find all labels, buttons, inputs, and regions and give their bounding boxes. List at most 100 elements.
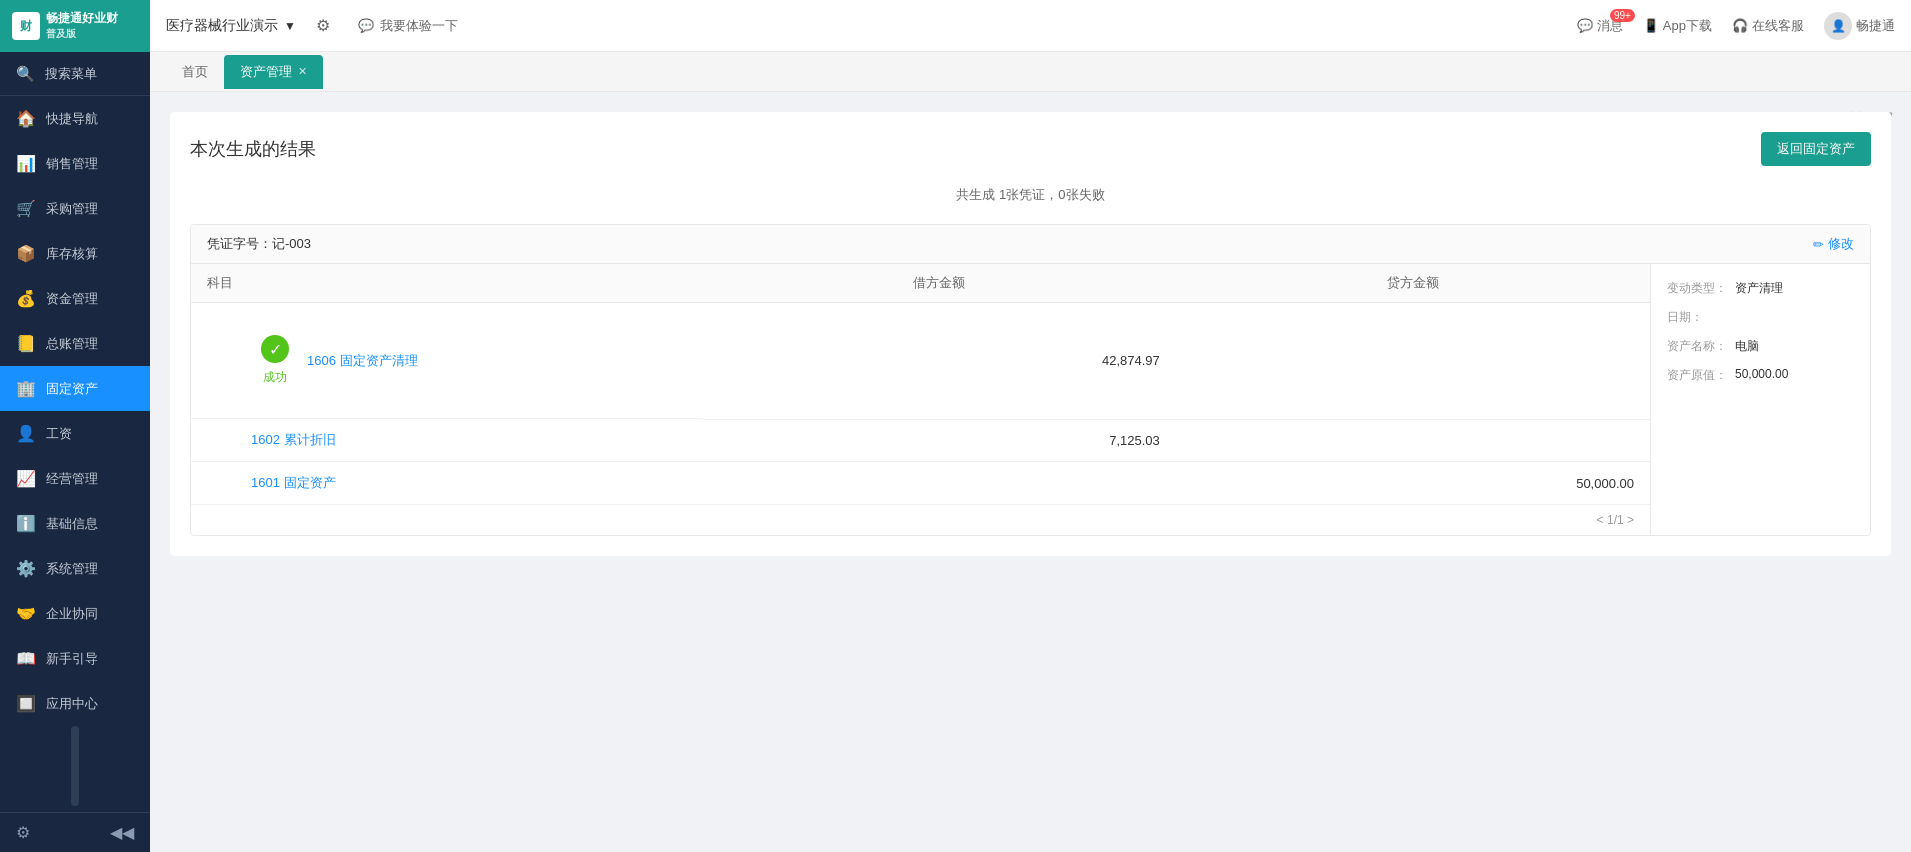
settings-button[interactable]: ⚙ bbox=[308, 11, 338, 41]
sidebar-item-payroll[interactable]: 👤 工资 bbox=[0, 411, 150, 456]
collaboration-icon: 🤝 bbox=[16, 604, 36, 623]
settings-icon[interactable]: ⚙ bbox=[16, 823, 30, 842]
sidebar-item-purchase[interactable]: 🛒 采购管理 bbox=[0, 186, 150, 231]
sidebar-item-inventory-label: 库存核算 bbox=[46, 245, 98, 263]
payroll-icon: 👤 bbox=[16, 424, 36, 443]
sidebar-item-fixed-assets[interactable]: 🏢 固定资产 bbox=[0, 366, 150, 411]
table-row: 1602 累计折旧 7,125.03 bbox=[191, 419, 1650, 462]
credit-cell-1 bbox=[1176, 303, 1650, 420]
sidebar-item-search[interactable]: 🔍 搜索菜单 bbox=[0, 52, 150, 96]
subject-3: 1601 固定资产 bbox=[251, 475, 336, 490]
sidebar-item-collaboration[interactable]: 🤝 企业协同 bbox=[0, 591, 150, 636]
user-name: 畅捷通 bbox=[1856, 17, 1895, 35]
col-debit: 借方金额 bbox=[702, 264, 1176, 303]
asset-name-value: 电脑 bbox=[1735, 338, 1759, 355]
sidebar-item-quick-nav[interactable]: 🏠 快捷导航 bbox=[0, 96, 150, 141]
tab-home[interactable]: 首页 bbox=[166, 55, 224, 89]
sidebar-item-system[interactable]: ⚙️ 系统管理 bbox=[0, 546, 150, 591]
sidebar-item-guide-label: 新手引导 bbox=[46, 650, 98, 668]
app-logo: 财 畅捷通好业财 普及版 bbox=[0, 0, 150, 52]
change-type-row: 变动类型： 资产清理 bbox=[1667, 280, 1854, 297]
sidebar-item-basic-info[interactable]: ℹ️ 基础信息 bbox=[0, 501, 150, 546]
feedback-button[interactable]: 💬 我要体验一下 bbox=[358, 17, 458, 35]
result-card: 本次生成的结果 返回固定资产 共生成 1张凭证，0张失败 凭证字号：记-003 … bbox=[170, 112, 1891, 556]
voucher-section: 凭证字号：记-003 ✏ 修改 科目 借方金额 贷 bbox=[190, 224, 1871, 536]
messages-badge: 99+ bbox=[1610, 9, 1635, 22]
return-button[interactable]: 返回固定资产 bbox=[1761, 132, 1871, 166]
voucher-pagination: < 1/1 > bbox=[191, 505, 1650, 535]
app-center-icon: 🔲 bbox=[16, 694, 36, 713]
date-label: 日期： bbox=[1667, 309, 1727, 326]
avatar: 👤 bbox=[1824, 12, 1852, 40]
logo-icon: 财 bbox=[12, 12, 40, 40]
sidebar-item-ledger[interactable]: 📒 总账管理 bbox=[0, 321, 150, 366]
asset-name-row: 资产名称： 电脑 bbox=[1667, 338, 1854, 355]
collapse-icon[interactable]: ◀◀ bbox=[110, 823, 134, 842]
messages-button[interactable]: 💬 消息 99+ bbox=[1577, 17, 1623, 35]
sidebar: 财 畅捷通好业财 普及版 🔍 搜索菜单 🏠 快捷导航 📊 销售管理 🛒 采购管理… bbox=[0, 0, 150, 852]
success-status: ✓ 成功 bbox=[251, 315, 299, 406]
col-credit: 贷方金额 bbox=[1176, 264, 1650, 303]
voucher-table: 科目 借方金额 贷方金额 ✓ 成 bbox=[191, 264, 1650, 505]
topbar-right: 💬 消息 99+ 📱 App下载 🎧 在线客服 👤 畅捷通 bbox=[1577, 12, 1895, 40]
table-row: 1601 固定资产 50,000.00 bbox=[191, 462, 1650, 505]
customer-service-button[interactable]: 🎧 在线客服 bbox=[1732, 17, 1804, 35]
subject-1: 1606 固定资产清理 bbox=[307, 352, 418, 370]
home-icon: 🏠 bbox=[16, 109, 36, 128]
customer-service-label: 在线客服 bbox=[1752, 17, 1804, 35]
sales-icon: 📊 bbox=[16, 154, 36, 173]
subject-2: 1602 累计折旧 bbox=[251, 432, 336, 447]
success-icon: ✓ bbox=[261, 335, 289, 363]
change-type-value: 资产清理 bbox=[1735, 280, 1783, 297]
sidebar-item-sales-label: 销售管理 bbox=[46, 155, 98, 173]
page-info: 1/1 bbox=[1607, 513, 1627, 527]
tab-asset-management-label: 资产管理 bbox=[240, 63, 292, 81]
result-header: 本次生成的结果 返回固定资产 bbox=[190, 132, 1871, 166]
sidebar-item-fixed-assets-label: 固定资产 bbox=[46, 380, 98, 398]
prev-page-btn[interactable]: < bbox=[1597, 513, 1604, 527]
topbar: 医疗器械行业演示 ▼ ⚙ 💬 我要体验一下 💬 消息 99+ 📱 App下载 🎧… bbox=[150, 0, 1911, 52]
logo-sub: 普及版 bbox=[46, 27, 118, 41]
change-type-label: 变动类型： bbox=[1667, 280, 1727, 297]
sidebar-item-management[interactable]: 📈 经营管理 bbox=[0, 456, 150, 501]
credit-cell-2 bbox=[1176, 419, 1650, 462]
sidebar-item-inventory[interactable]: 📦 库存核算 bbox=[0, 231, 150, 276]
tab-close-icon[interactable]: ✕ bbox=[298, 65, 307, 78]
table-row: ✓ 成功 1606 固定资产清理 42,874.97 bbox=[191, 303, 1650, 420]
download-icon: 📱 bbox=[1643, 18, 1659, 33]
sidebar-item-guide[interactable]: 📖 新手引导 bbox=[0, 636, 150, 681]
sidebar-item-collaboration-label: 企业协同 bbox=[46, 605, 98, 623]
sidebar-item-basic-info-label: 基础信息 bbox=[46, 515, 98, 533]
debit-cell-2: 7,125.03 bbox=[702, 419, 1176, 462]
next-page-btn[interactable]: > bbox=[1627, 513, 1634, 527]
message-icon: 💬 bbox=[1577, 18, 1593, 33]
tab-asset-management[interactable]: 资产管理 ✕ bbox=[224, 55, 323, 89]
sidebar-menu: 🏠 快捷导航 📊 销售管理 🛒 采购管理 📦 库存核算 💰 资金管理 📒 总账管… bbox=[0, 96, 150, 720]
logo-text: 畅捷通好业财 bbox=[46, 11, 118, 27]
asset-name-label: 资产名称： bbox=[1667, 338, 1727, 355]
success-label: 成功 bbox=[263, 369, 287, 386]
ledger-icon: 📒 bbox=[16, 334, 36, 353]
nav-tabs: 首页 资产管理 ✕ bbox=[150, 52, 1911, 92]
asset-value-label: 资产原值： bbox=[1667, 367, 1727, 384]
basic-info-icon: ℹ️ bbox=[16, 514, 36, 533]
system-icon: ⚙️ bbox=[16, 559, 36, 578]
sidebar-item-search-label: 搜索菜单 bbox=[45, 65, 97, 83]
voucher-number: 凭证字号：记-003 bbox=[207, 235, 311, 253]
edit-button[interactable]: ✏ 修改 bbox=[1813, 235, 1854, 253]
management-icon: 📈 bbox=[16, 469, 36, 488]
main-area: 医疗器械行业演示 ▼ ⚙ 💬 我要体验一下 💬 消息 99+ 📱 App下载 🎧… bbox=[150, 0, 1911, 852]
fixed-assets-icon: 🏢 bbox=[16, 379, 36, 398]
subject-cell-2: 1602 累计折旧 bbox=[191, 419, 702, 462]
inventory-icon: 📦 bbox=[16, 244, 36, 263]
table-header-row: 科目 借方金额 贷方金额 bbox=[191, 264, 1650, 303]
sidebar-item-funds[interactable]: 💰 资金管理 bbox=[0, 276, 150, 321]
app-download-button[interactable]: 📱 App下载 bbox=[1643, 17, 1712, 35]
voucher-right-panel: 变动类型： 资产清理 日期： 资产名称： 电脑 资产原值： bbox=[1650, 264, 1870, 535]
company-selector[interactable]: 医疗器械行业演示 ▼ bbox=[166, 17, 296, 35]
sidebar-item-sales[interactable]: 📊 销售管理 bbox=[0, 141, 150, 186]
result-summary: 共生成 1张凭证，0张失败 bbox=[190, 186, 1871, 204]
sidebar-item-management-label: 经营管理 bbox=[46, 470, 98, 488]
user-menu[interactable]: 👤 畅捷通 bbox=[1824, 12, 1895, 40]
sidebar-item-app-center[interactable]: 🔲 应用中心 bbox=[0, 681, 150, 720]
